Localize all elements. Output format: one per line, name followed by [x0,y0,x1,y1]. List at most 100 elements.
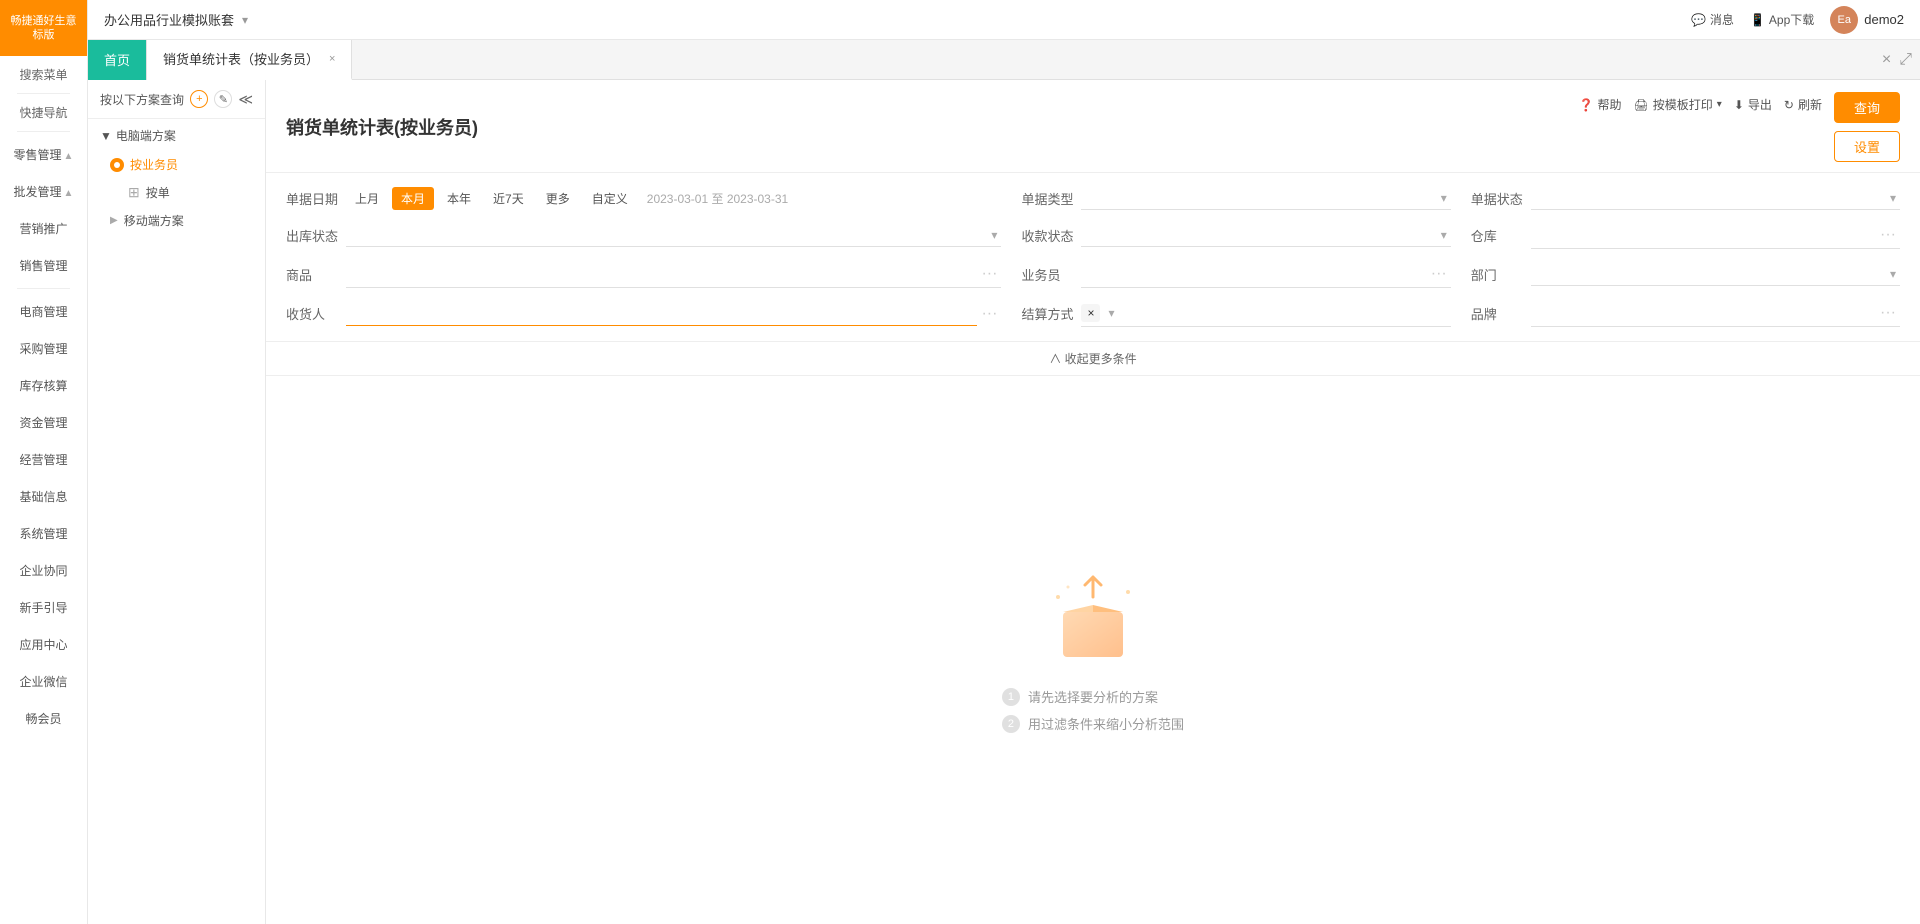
sidebar-item-ecommerce[interactable]: 电商管理 [0,293,87,330]
sidebar-search-label: 搜索菜单 [0,66,87,83]
warehouse-select[interactable]: ··· [1531,222,1900,249]
print-action[interactable]: 🖨 按模板打印 ▾ [1634,96,1722,113]
department-select[interactable]: ▾ [1531,263,1900,286]
topbar-app-download[interactable]: 📱 App下载 [1750,11,1814,28]
filter-panel-header: 按以下方案查询 + ✎ ≪ [88,80,265,119]
warehouse-dots-icon[interactable]: ··· [1876,226,1900,244]
payment-tag-close[interactable]: × [1087,306,1094,320]
filter-payment: 结算方式 × ▾ [1021,300,1450,327]
sidebar-item-inventory[interactable]: 库存核算 [0,367,87,404]
filter-panel: 按以下方案查询 + ✎ ≪ ▼ 电脑端方案 按业务员 [88,80,266,924]
out-status-select[interactable]: ▾ [346,224,1001,247]
filter-collapse-icon[interactable]: ≪ [238,91,253,108]
sidebar-item-finance[interactable]: 资金管理 [0,404,87,441]
sidebar-item-purchase[interactable]: 采购管理 [0,330,87,367]
doc-type-select[interactable]: ▾ [1081,187,1450,210]
refresh-action[interactable]: ↻ 刷新 [1784,96,1822,113]
filter-add-icon[interactable]: + [190,90,208,108]
consignee-dots-icon[interactable]: ··· [977,305,1001,323]
sidebar-item-system[interactable]: 系统管理 [0,515,87,552]
salesperson-label: 业务员 [1021,265,1081,284]
salesperson-dots-icon[interactable]: ··· [1427,265,1451,283]
receipt-status-select[interactable]: ▾ [1081,224,1450,247]
filter-consignee: 收货人 ··· [286,302,1001,326]
sidebar-search-section[interactable]: 搜索菜单 [0,56,87,89]
tip-text-2: 用过滤条件来缩小分析范围 [1028,714,1184,733]
collapse-more-text: ∧ 收起更多条件 [1049,352,1136,366]
scheme-item-salesperson[interactable]: 按业务员 [100,150,253,179]
brand-select[interactable]: ··· [1531,300,1900,327]
export-label: 导出 [1748,96,1772,113]
topbar-title: 办公用品行业模拟账套 [104,10,234,29]
tab-home[interactable]: 首页 [88,40,147,80]
date-7days[interactable]: 近7天 [484,187,533,210]
date-last-month[interactable]: 上月 [346,187,388,210]
page-header: 销货单统计表(按业务员) ❓ 帮助 🖨 按模板打印 ▾ ⬇ [266,80,1920,173]
filter-doc-status: 单据状态 ▾ [1471,187,1900,210]
goods-select[interactable]: ··· [346,261,1001,288]
filter-doc-type: 单据类型 ▾ [1021,187,1450,210]
tabbar: 首页 销货单统计表（按业务员） × × ⤢ [88,40,1920,80]
sidebar-item-newuser[interactable]: 新手引导 [0,589,87,626]
query-button[interactable]: 查询 [1834,92,1900,123]
tab-close-window-icon[interactable]: × [1882,51,1891,69]
filter-row-1: 单据日期 上月 本月 本年 近7天 更多 自定义 2023-03-01 至 20… [286,187,1900,210]
mobile-scheme-item[interactable]: ▶ 移动端方案 [100,206,253,235]
topbar-user[interactable]: Ea demo2 [1830,6,1904,34]
scheme-dot-icon [110,158,124,172]
sidebar-quicknav-label: 快捷导航 [0,104,87,121]
date-this-year[interactable]: 本年 [438,187,480,210]
topbar-dropdown-icon[interactable]: ▾ [242,13,248,27]
filter-edit-icon[interactable]: ✎ [214,90,232,108]
mobile-arrow-icon: ▶ [110,215,118,226]
help-action[interactable]: ❓ 帮助 [1579,96,1622,113]
collapse-more-btn[interactable]: ∧ 收起更多条件 [266,342,1920,376]
date-options: 上月 本月 本年 近7天 更多 自定义 2023-03-01 至 2023-03… [346,187,1001,210]
filter-row-3: 商品 ··· 业务员 ··· [286,261,1900,288]
export-action[interactable]: ⬇ 导出 [1734,96,1772,113]
date-more[interactable]: 更多 [537,187,579,210]
doc-type-label: 单据类型 [1021,189,1081,208]
mobile-label: 移动端方案 [124,212,184,229]
set-button[interactable]: 设置 [1834,131,1900,162]
print-label: 按模板打印 [1653,96,1713,113]
tab-expand-icon[interactable]: ⤢ [1899,51,1912,69]
sidebar-item-operations[interactable]: 经营管理 [0,441,87,478]
payment-arrow-icon: ▾ [1104,306,1118,320]
print-arrow-icon: ▾ [1717,99,1722,110]
scheme-sub-item-order[interactable]: ⊞ 按单 [118,179,253,206]
filter-warehouse: 仓库 ··· [1471,222,1900,249]
doc-type-arrow-icon: ▾ [1437,191,1451,205]
date-this-month[interactable]: 本月 [392,187,434,210]
scheme-sub-icon: ⊞ [128,184,140,201]
sidebar-item-sales[interactable]: 销售管理 [0,247,87,284]
topbar-messages[interactable]: 💬 消息 [1691,11,1734,28]
date-range-text: 2023-03-01 至 2023-03-31 [647,190,788,207]
tab-salereport[interactable]: 销货单统计表（按业务员） × [147,40,352,80]
scheme-label-text: 电脑端方案 [116,127,176,144]
doc-status-select[interactable]: ▾ [1531,187,1900,210]
consignee-label: 收货人 [286,304,346,323]
goods-dots-icon[interactable]: ··· [977,265,1001,283]
sidebar-item-enterprise[interactable]: 企业协同 [0,552,87,589]
help-icon: ❓ [1579,98,1594,112]
brand-dots-icon[interactable]: ··· [1876,304,1900,322]
sidebar-quicknav-section[interactable]: 快捷导航 [0,98,87,127]
refresh-label: 刷新 [1798,96,1822,113]
sidebar-item-retail[interactable]: 零售管理▲ [0,136,87,173]
date-custom[interactable]: 自定义 [583,187,637,210]
sidebar-item-member[interactable]: 畅会员 [0,700,87,737]
sidebar-item-appcenter[interactable]: 应用中心 [0,626,87,663]
consignee-input[interactable] [346,302,977,326]
empty-icon [1043,567,1143,667]
sidebar-item-wholesale[interactable]: 批发管理▲ [0,173,87,210]
app-label: App下载 [1769,11,1814,28]
topbar: 办公用品行业模拟账套 ▾ 💬 消息 📱 App下载 Ea demo2 [88,0,1920,40]
salesperson-select[interactable]: ··· [1081,261,1450,288]
sidebar-item-wechat[interactable]: 企业微信 [0,663,87,700]
sidebar-item-basic[interactable]: 基础信息 [0,478,87,515]
filter-panel-icons: + ✎ ≪ [190,90,253,108]
tab-close-icon[interactable]: × [329,53,335,65]
payment-select[interactable]: × ▾ [1081,300,1450,327]
sidebar-item-marketing[interactable]: 营销推广 [0,210,87,247]
